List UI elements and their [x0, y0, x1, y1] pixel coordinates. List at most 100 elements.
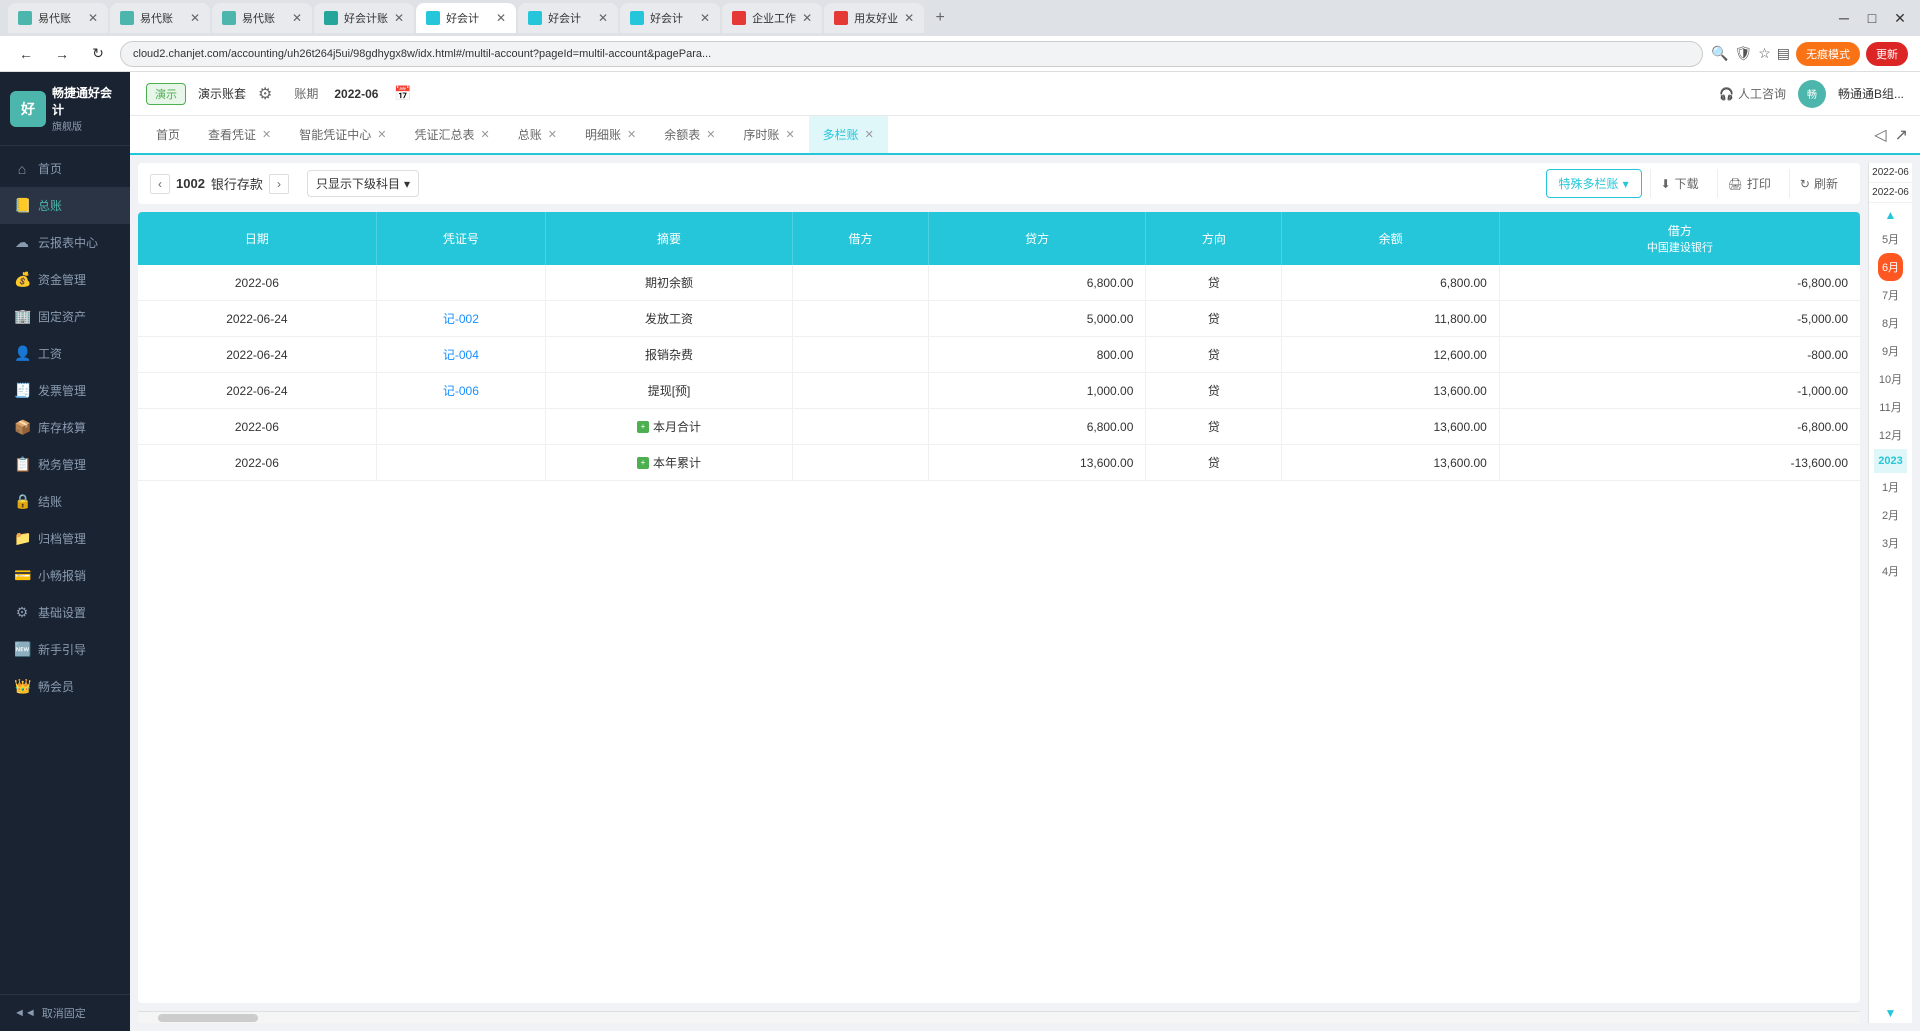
sidebar-item-fixed-assets[interactable]: 🏢 固定资产 — [0, 298, 130, 335]
sidebar-item-tax[interactable]: 📋 税务管理 — [0, 446, 130, 483]
page-tab-voucher-summary[interactable]: 凭证汇总表 ✕ — [400, 116, 503, 155]
month-item[interactable]: 4月 — [1878, 557, 1903, 585]
close-button[interactable]: ✕ — [1888, 6, 1912, 30]
month-item[interactable]: 10月 — [1875, 365, 1906, 393]
browser-tab-5[interactable]: 好会计 ✕ — [416, 3, 516, 33]
sidebar-toggle-icon[interactable]: ▤ — [1777, 45, 1790, 62]
tab-close-2[interactable]: ✕ — [190, 11, 200, 25]
close-sequence-ledger-tab[interactable]: ✕ — [785, 128, 794, 141]
cell-voucher[interactable] — [376, 409, 545, 445]
page-tab-general-ledger[interactable]: 总账 ✕ — [504, 116, 571, 155]
url-input[interactable]: cloud2.chanjet.com/accounting/uh26t264j5… — [120, 41, 1703, 67]
cell-voucher[interactable]: 记-002 — [376, 301, 545, 337]
close-detail-ledger-tab[interactable]: ✕ — [627, 128, 636, 141]
back-button[interactable]: ← — [12, 40, 40, 68]
next-account-button[interactable]: › — [269, 174, 289, 194]
month-item[interactable]: 12月 — [1875, 421, 1906, 449]
forward-button[interactable]: → — [48, 40, 76, 68]
page-tab-home[interactable]: 首页 — [142, 116, 194, 155]
month-item[interactable]: 6月 — [1878, 253, 1903, 281]
page-tab-view-voucher[interactable]: 查看凭证 ✕ — [194, 116, 285, 155]
close-general-ledger-tab[interactable]: ✕ — [548, 128, 557, 141]
tab-close-8[interactable]: ✕ — [802, 11, 812, 25]
sidebar-item-expense[interactable]: 💳 小畅报销 — [0, 557, 130, 594]
sidebar-item-fund[interactable]: 💰 资金管理 — [0, 261, 130, 298]
sidebar-item-close[interactable]: 🔒 结账 — [0, 483, 130, 520]
print-button[interactable]: 🖨 打印 — [1717, 169, 1781, 198]
close-view-voucher-tab[interactable]: ✕ — [262, 128, 271, 141]
unpin-button[interactable]: ◄◄ 取消固定 — [14, 1005, 116, 1021]
expand-tab-icon[interactable]: ↗ — [1895, 125, 1908, 145]
cell-voucher[interactable] — [376, 265, 545, 301]
horizontal-scrollbar[interactable] — [138, 1011, 1860, 1023]
prev-account-button[interactable]: ‹ — [150, 174, 170, 194]
filter-select[interactable]: 只显示下级科目 ▾ — [307, 170, 419, 197]
tab-close-9[interactable]: ✕ — [904, 11, 914, 25]
browser-tab-4[interactable]: 好会计账 ✕ — [314, 3, 414, 33]
month-item[interactable]: 5月 — [1878, 225, 1903, 253]
month-item[interactable]: 2023 — [1874, 449, 1906, 473]
month-item[interactable]: 2月 — [1878, 501, 1903, 529]
close-multi-column-tab[interactable]: ✕ — [865, 128, 874, 141]
month-item[interactable]: 7月 — [1878, 281, 1903, 309]
voucher-link[interactable]: 记-006 — [443, 384, 479, 398]
collapse-tab-icon[interactable]: ◁ — [1874, 125, 1886, 145]
calendar-icon[interactable]: 📅 — [394, 85, 411, 102]
scrollbar-thumb[interactable] — [158, 1014, 258, 1022]
no-trace-button[interactable]: 无痕模式 — [1796, 42, 1860, 66]
tab-close-5[interactable]: ✕ — [496, 11, 506, 25]
tab-close-4[interactable]: ✕ — [394, 11, 404, 25]
user-avatar[interactable]: 畅 — [1798, 80, 1826, 108]
tab-close-3[interactable]: ✕ — [292, 11, 302, 25]
sidebar-item-home[interactable]: ⌂ 首页 — [0, 150, 130, 187]
header-settings-icon[interactable]: ⚙ — [258, 84, 272, 104]
new-tab-button[interactable]: + — [926, 4, 954, 32]
tab-close-6[interactable]: ✕ — [598, 11, 608, 25]
page-tab-detail-ledger[interactable]: 明细账 ✕ — [571, 116, 650, 155]
sidebar-item-invoice[interactable]: 🧾 发票管理 — [0, 372, 130, 409]
sidebar-item-inventory[interactable]: 📦 库存核算 — [0, 409, 130, 446]
cell-voucher[interactable] — [376, 445, 545, 481]
voucher-link[interactable]: 记-002 — [443, 312, 479, 326]
browser-tab-7[interactable]: 好会计 ✕ — [620, 3, 720, 33]
browser-tab-8[interactable]: 企业工作 ✕ — [722, 3, 822, 33]
sidebar-item-membership[interactable]: 👑 畅会员 — [0, 668, 130, 705]
close-smart-voucher-tab[interactable]: ✕ — [377, 128, 386, 141]
shield-icon[interactable]: 🛡 — [1734, 45, 1752, 62]
browser-tab-6[interactable]: 好会计 ✕ — [518, 3, 618, 33]
voucher-link[interactable]: 记-004 — [443, 348, 479, 362]
refresh-button[interactable]: ↻ — [84, 40, 112, 68]
month-item[interactable]: 8月 — [1878, 309, 1903, 337]
browser-tab-2[interactable]: 易代账 ✕ — [110, 3, 210, 33]
month-item[interactable]: 1月 — [1878, 473, 1903, 501]
download-button[interactable]: ⬇ 下载 — [1650, 169, 1709, 198]
tab-close-1[interactable]: ✕ — [88, 11, 98, 25]
sidebar-item-guide[interactable]: 🆕 新手引导 — [0, 631, 130, 668]
refresh-button[interactable]: ↻ 刷新 — [1789, 169, 1848, 198]
sidebar-item-settings[interactable]: ⚙ 基础设置 — [0, 594, 130, 631]
sidebar-item-archive[interactable]: 📁 归档管理 — [0, 520, 130, 557]
cell-voucher[interactable]: 记-006 — [376, 373, 545, 409]
close-voucher-summary-tab[interactable]: ✕ — [481, 128, 490, 141]
sidebar-item-cloud-report[interactable]: ☁ 云报表中心 — [0, 224, 130, 261]
search-icon[interactable]: 🔍 — [1711, 45, 1728, 62]
page-tab-sequence-ledger[interactable]: 序时账 ✕ — [729, 116, 808, 155]
sidebar-item-payroll[interactable]: 👤 工资 — [0, 335, 130, 372]
special-multi-column-button[interactable]: 特殊多栏账 ▾ — [1546, 169, 1642, 198]
star-icon[interactable]: ☆ — [1758, 45, 1771, 62]
maximize-button[interactable]: □ — [1860, 6, 1884, 30]
update-button[interactable]: 更新 — [1866, 42, 1908, 66]
browser-tab-1[interactable]: 易代账 ✕ — [8, 3, 108, 33]
month-item[interactable]: 3月 — [1878, 529, 1903, 557]
close-balance-tab[interactable]: ✕ — [706, 128, 715, 141]
cell-voucher[interactable]: 记-004 — [376, 337, 545, 373]
page-tab-multi-column[interactable]: 多栏账 ✕ — [809, 116, 888, 155]
minimize-button[interactable]: ─ — [1832, 6, 1856, 30]
browser-tab-3[interactable]: 易代账 ✕ — [212, 3, 312, 33]
tab-close-7[interactable]: ✕ — [700, 11, 710, 25]
browser-tab-9[interactable]: 用友好业 ✕ — [824, 3, 924, 33]
month-item[interactable]: 9月 — [1878, 337, 1903, 365]
page-tab-smart-voucher[interactable]: 智能凭证中心 ✕ — [285, 116, 400, 155]
month-item[interactable]: 11月 — [1875, 393, 1905, 421]
month-scroll-down-button[interactable]: ▼ — [1877, 1003, 1905, 1023]
